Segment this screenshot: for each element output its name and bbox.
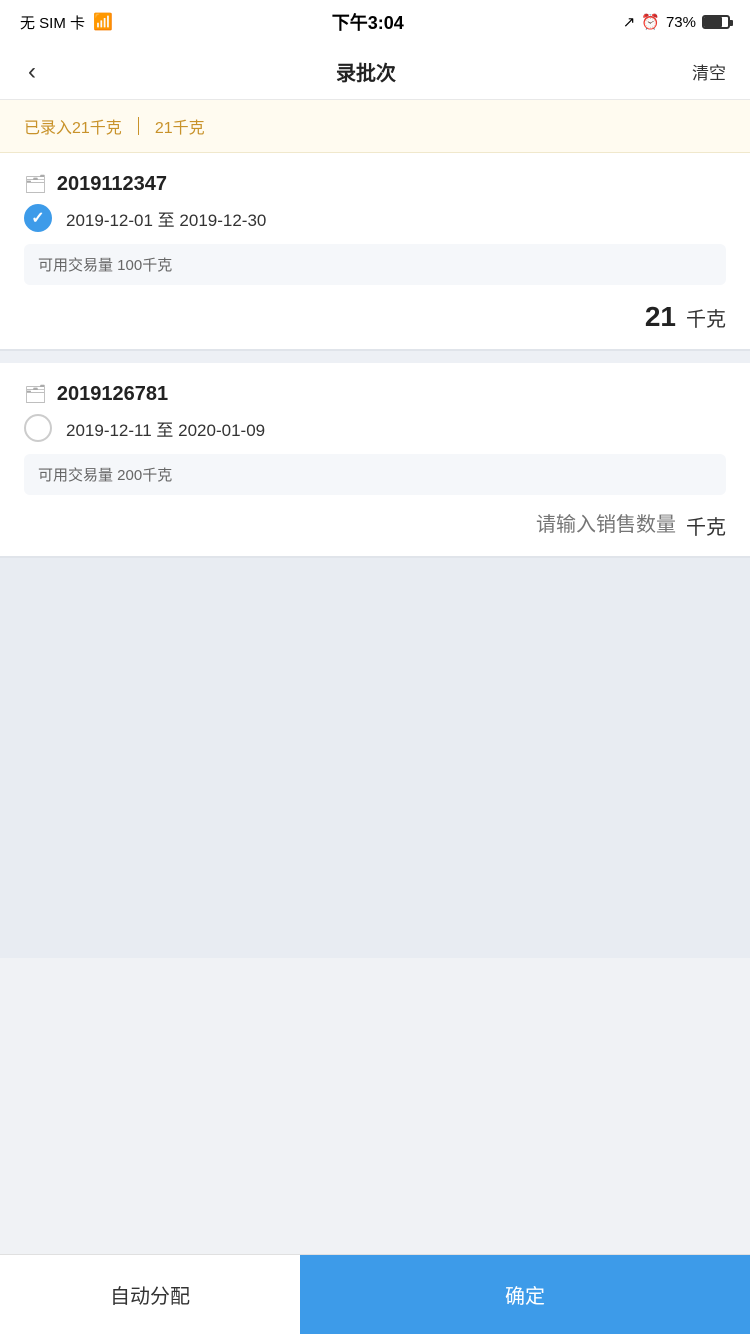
batch-2-radio[interactable] [24,414,52,442]
location-icon: ↗ [623,13,636,31]
batch-2-item: 🗂 2019126781 2019-12-11 至 2020-01-09 可用交… [0,363,750,495]
nav-bar: ‹ 录批次 清空 [0,44,750,100]
empty-area [0,558,750,958]
summary-recorded: 已录入21千克 [24,114,122,138]
carrier-label: 无 SIM 卡 [20,12,85,33]
batch-1-quantity-row: 21 千克 [0,285,750,351]
section-divider [0,351,750,363]
auto-distribute-button[interactable]: 自动分配 [0,1255,300,1334]
batch-2-input-row: 千克 [0,495,750,558]
batch-1-availability: 可用交易量 100千克 [24,244,726,285]
page-title: 录批次 [336,57,396,86]
batch-1-id: 2019112347 [57,173,167,196]
batch-2-date: 2019-12-11 至 2020-01-09 [66,416,265,441]
status-right: ↗ ⏰ 73% [623,13,730,31]
alarm-icon: ⏰ [641,13,660,31]
summary-banner: 已录入21千克 21千克 [0,100,750,153]
batch-1-radio[interactable] [24,204,52,232]
batch-1-quantity-value: 21 [645,301,676,333]
batch-1-date-row: 2019-12-01 至 2019-12-30 [24,204,726,232]
summary-total: 21千克 [155,114,205,138]
clear-button[interactable]: 清空 [692,59,726,84]
battery-percent: 73% [666,14,696,31]
wifi-icon: 📶 [93,12,113,32]
batch-1-id-icon: 🗂 [24,174,47,195]
batch-1-section: 🗂 2019112347 2019-12-01 至 2019-12-30 可用交… [0,153,750,351]
batch-2-date-row: 2019-12-11 至 2020-01-09 [24,414,726,442]
batch-2-quantity-input[interactable] [416,514,676,537]
batch-2-header: 🗂 2019126781 [24,383,726,406]
batch-2-id: 2019126781 [57,383,168,406]
back-button[interactable]: ‹ [24,54,40,90]
status-left: 无 SIM 卡 📶 [20,12,113,33]
batch-2-section: 🗂 2019126781 2019-12-11 至 2020-01-09 可用交… [0,363,750,558]
batch-1-date: 2019-12-01 至 2019-12-30 [66,206,266,231]
battery-icon [702,15,730,29]
batch-2-availability: 可用交易量 200千克 [24,454,726,495]
batch-2-id-icon: 🗂 [24,384,47,405]
status-bar: 无 SIM 卡 📶 下午3:04 ↗ ⏰ 73% [0,0,750,44]
batch-2-unit: 千克 [686,511,726,540]
summary-divider [138,117,139,135]
confirm-button[interactable]: 确定 [300,1255,750,1334]
batch-1-quantity-unit: 千克 [686,303,726,332]
status-time: 下午3:04 [332,9,404,35]
batch-1-item: 🗂 2019112347 2019-12-01 至 2019-12-30 可用交… [0,153,750,285]
bottom-bar: 自动分配 确定 [0,1254,750,1334]
batch-1-header: 🗂 2019112347 [24,173,726,196]
